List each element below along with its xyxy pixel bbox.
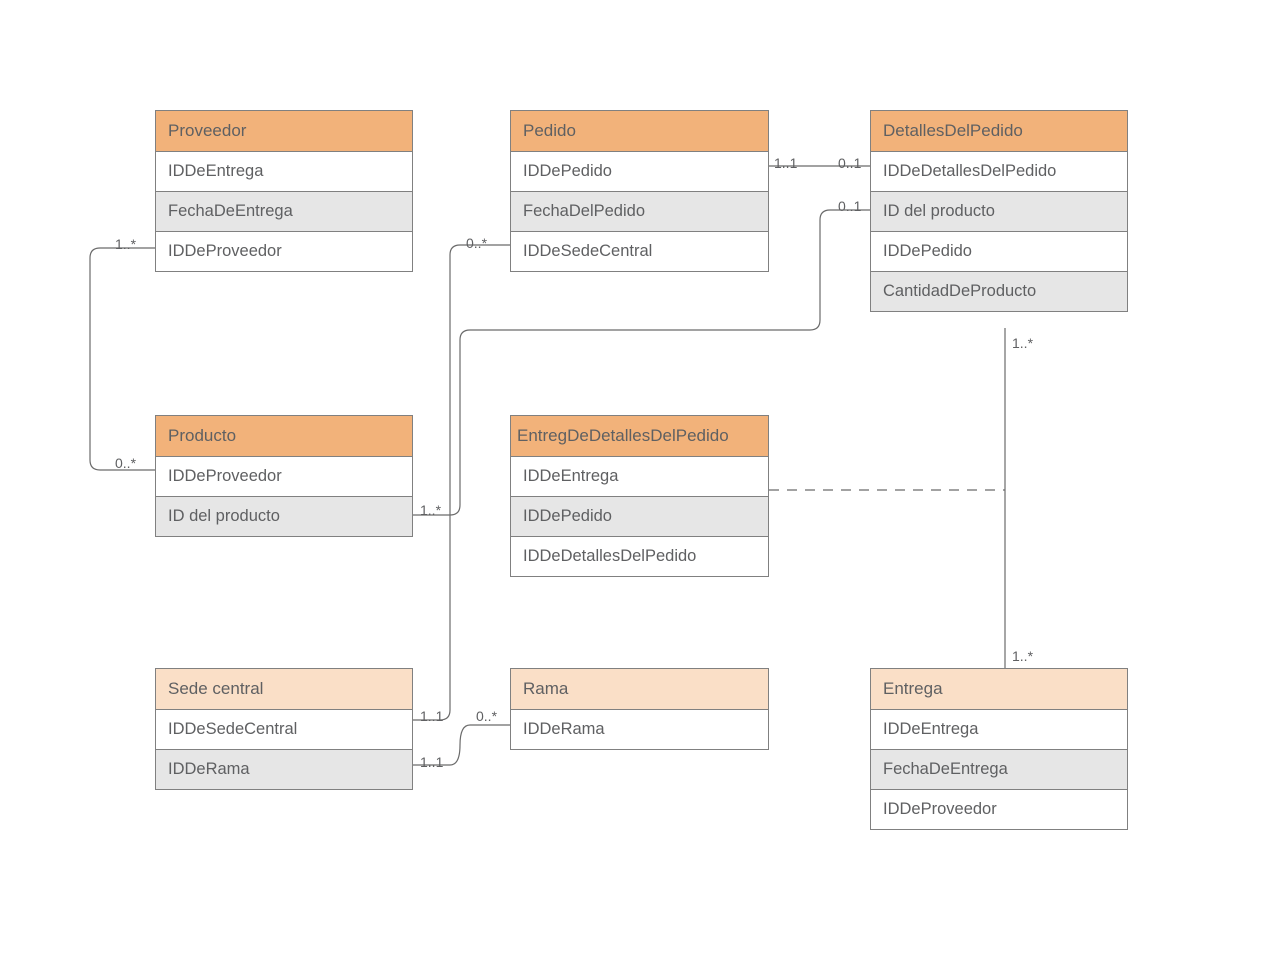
- uml-diagram-canvas: Proveedor IDDeEntrega FechaDeEntrega IDD…: [0, 0, 1268, 964]
- multiplicity-label: 0..1: [838, 198, 861, 214]
- entity-attribute: IDDeRama: [155, 750, 413, 790]
- entity-title: Producto: [155, 415, 413, 457]
- multiplicity-label: 1..*: [115, 236, 136, 252]
- entity-attribute: IDDePedido: [510, 497, 769, 537]
- entity-attribute: FechaDelPedido: [510, 192, 769, 232]
- entity-attribute: IDDeProveedor: [155, 457, 413, 497]
- entity-attribute: ID del producto: [155, 497, 413, 537]
- entity-title: Proveedor: [155, 110, 413, 152]
- multiplicity-label: 1..1: [420, 708, 443, 724]
- entity-title: Entrega: [870, 668, 1128, 710]
- multiplicity-label: 0..*: [466, 235, 487, 251]
- entity-attribute: IDDeRama: [510, 710, 769, 750]
- entity-attribute: IDDeDetallesDelPedido: [510, 537, 769, 577]
- entity-title: DetallesDelPedido: [870, 110, 1128, 152]
- entity-proveedor[interactable]: Proveedor IDDeEntrega FechaDeEntrega IDD…: [155, 110, 413, 272]
- entity-title: Pedido: [510, 110, 769, 152]
- entity-title: EntregDeDetallesDelPedido: [510, 415, 769, 457]
- entity-attribute: IDDeEntrega: [155, 152, 413, 192]
- multiplicity-label: 0..*: [476, 708, 497, 724]
- entity-attribute: FechaDeEntrega: [870, 750, 1128, 790]
- multiplicity-label: 1..*: [1012, 335, 1033, 351]
- entity-title: Sede central: [155, 668, 413, 710]
- multiplicity-label: 0..*: [115, 455, 136, 471]
- entity-attribute: CantidadDeProducto: [870, 272, 1128, 312]
- entity-attribute: IDDeSedeCentral: [510, 232, 769, 272]
- entity-sede-central[interactable]: Sede central IDDeSedeCentral IDDeRama: [155, 668, 413, 790]
- entity-attribute: FechaDeEntrega: [155, 192, 413, 232]
- entity-pedido[interactable]: Pedido IDDePedido FechaDelPedido IDDeSed…: [510, 110, 769, 272]
- entity-attribute: IDDeSedeCentral: [155, 710, 413, 750]
- entity-attribute: IDDeDetallesDelPedido: [870, 152, 1128, 192]
- entity-attribute: IDDeProveedor: [155, 232, 413, 272]
- entity-entreg-de-detalles[interactable]: EntregDeDetallesDelPedido IDDeEntrega ID…: [510, 415, 769, 577]
- multiplicity-label: 1..*: [420, 502, 441, 518]
- multiplicity-label: 1..1: [774, 155, 797, 171]
- entity-attribute: IDDePedido: [510, 152, 769, 192]
- entity-detalles-del-pedido[interactable]: DetallesDelPedido IDDeDetallesDelPedido …: [870, 110, 1128, 312]
- entity-attribute: ID del producto: [870, 192, 1128, 232]
- entity-attribute: IDDeEntrega: [870, 710, 1128, 750]
- entity-title: Rama: [510, 668, 769, 710]
- entity-attribute: IDDePedido: [870, 232, 1128, 272]
- entity-entrega[interactable]: Entrega IDDeEntrega FechaDeEntrega IDDeP…: [870, 668, 1128, 830]
- entity-producto[interactable]: Producto IDDeProveedor ID del producto: [155, 415, 413, 537]
- entity-attribute: IDDeEntrega: [510, 457, 769, 497]
- entity-rama[interactable]: Rama IDDeRama: [510, 668, 769, 750]
- multiplicity-label: 1..1: [420, 754, 443, 770]
- multiplicity-label: 1..*: [1012, 648, 1033, 664]
- multiplicity-label: 0..1: [838, 155, 861, 171]
- entity-attribute: IDDeProveedor: [870, 790, 1128, 830]
